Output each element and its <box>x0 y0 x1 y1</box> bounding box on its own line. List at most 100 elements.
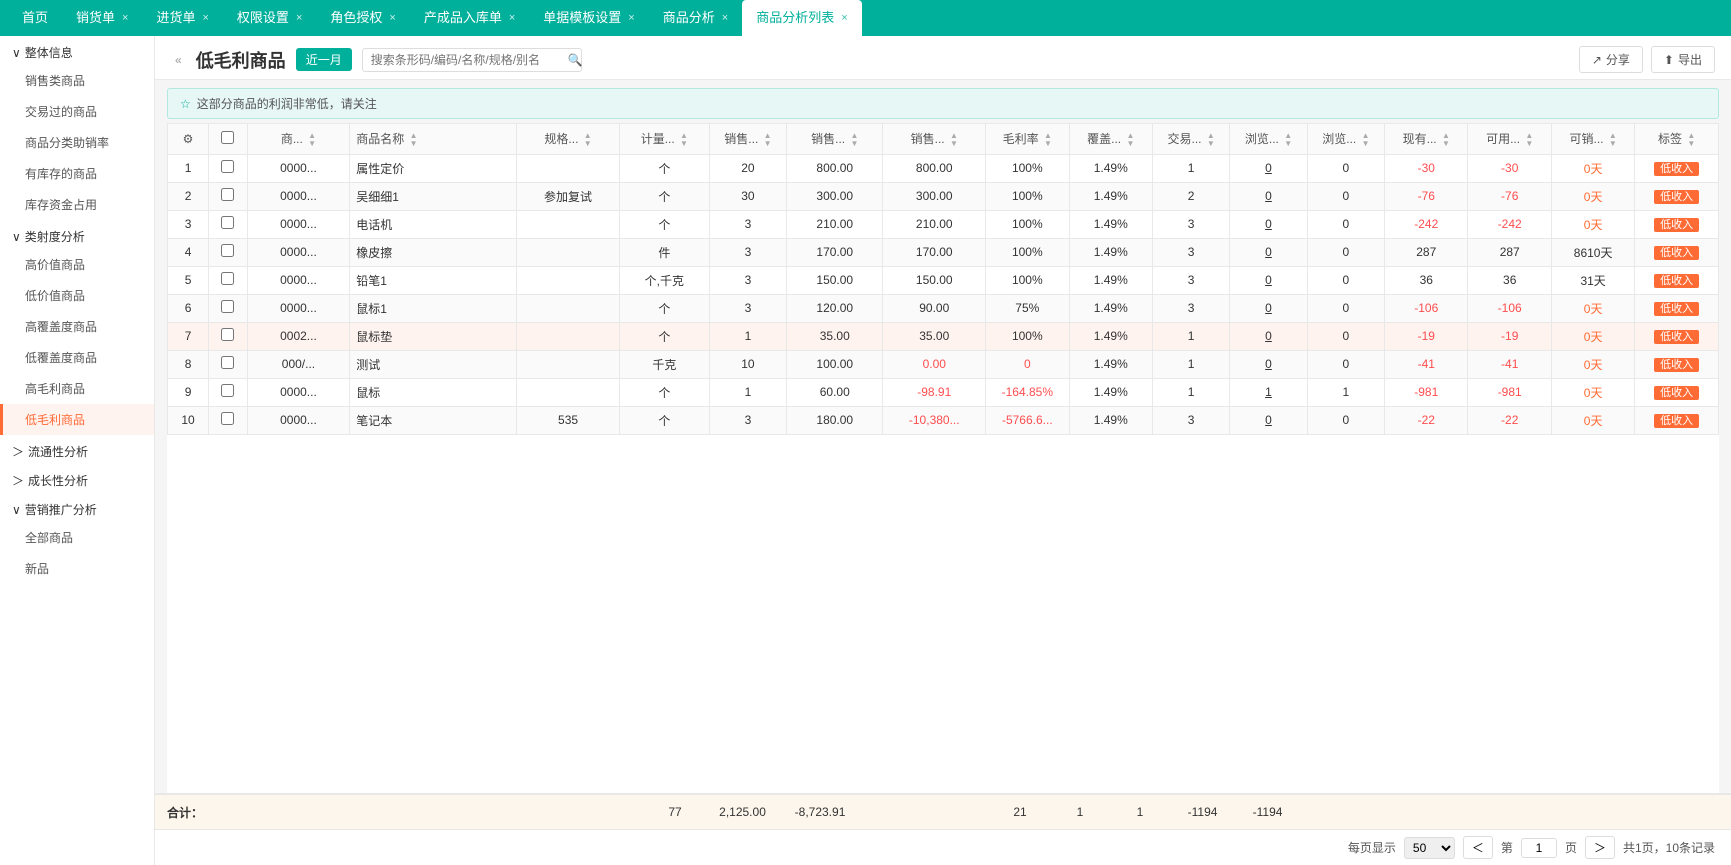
sidebar-item-sales-goods[interactable]: 销售类商品 <box>0 65 154 96</box>
col-checkbox[interactable] <box>209 124 248 155</box>
sidebar-group-title-marketing[interactable]: ∨ 营销推广分析 <box>0 493 154 522</box>
row-view1-7[interactable]: 0 <box>1230 350 1307 378</box>
row-view1-3[interactable]: 0 <box>1230 238 1307 266</box>
row-cb-9[interactable] <box>209 406 248 434</box>
sidebar-group-title-flow[interactable]: ＞ 流通性分析 <box>0 435 154 464</box>
nav-analysis-list[interactable]: 商品分析列表 × <box>742 0 861 36</box>
nav-close-purchase[interactable]: × <box>202 0 208 36</box>
filter-recent-month-btn[interactable]: 近一月 <box>296 48 352 71</box>
next-page-btn[interactable]: ＞ <box>1585 836 1615 859</box>
page-size-select[interactable]: 50 20 100 <box>1404 837 1455 859</box>
sidebar-item-low-value[interactable]: 低价值商品 <box>0 280 154 311</box>
row-checkbox-9[interactable] <box>221 412 234 425</box>
sidebar-item-capital[interactable]: 库存资金占用 <box>0 189 154 220</box>
nav-close-templates[interactable]: × <box>628 0 634 36</box>
row-cb-6[interactable] <box>209 322 248 350</box>
row-checkbox-4[interactable] <box>221 272 234 285</box>
nav-close-sales[interactable]: × <box>122 0 128 36</box>
nav-permissions[interactable]: 权限设置 × <box>223 0 316 36</box>
col-sale-price[interactable]: 销售... ▲▼ <box>787 124 883 155</box>
share-button[interactable]: ↗ 分享 <box>1579 46 1643 73</box>
col-stock1[interactable]: 现有... ▲▼ <box>1385 124 1468 155</box>
col-code[interactable]: 商... ▲▼ <box>247 124 350 155</box>
page-number-input[interactable] <box>1521 838 1557 858</box>
nav-close-analysis[interactable]: × <box>722 0 728 36</box>
col-coverage[interactable]: 覆盖... ▲▼ <box>1069 124 1152 155</box>
export-button[interactable]: ⬆ 导出 <box>1651 46 1715 73</box>
row-checkbox-6[interactable] <box>221 328 234 341</box>
row-view1-2[interactable]: 0 <box>1230 210 1307 238</box>
sidebar-item-low-margin[interactable]: 低毛利商品 <box>0 404 154 435</box>
row-view1-0[interactable]: 0 <box>1230 154 1307 182</box>
row-cb-7[interactable] <box>209 350 248 378</box>
sidebar-collapse-btn[interactable]: « <box>171 49 186 71</box>
row-view1-6[interactable]: 0 <box>1230 322 1307 350</box>
col-tag[interactable]: 标签 ▲▼ <box>1635 124 1719 155</box>
nav-home[interactable]: 首页 <box>8 0 62 36</box>
row-checkbox-3[interactable] <box>221 244 234 257</box>
col-view1[interactable]: 浏览... ▲▼ <box>1230 124 1307 155</box>
row-cb-5[interactable] <box>209 294 248 322</box>
col-view2[interactable]: 浏览... ▲▼ <box>1307 124 1384 155</box>
col-name[interactable]: 商品名称 ▲▼ <box>350 124 517 155</box>
sidebar-item-traded-goods[interactable]: 交易过的商品 <box>0 96 154 127</box>
sidebar-item-low-coverage[interactable]: 低覆盖度商品 <box>0 342 154 373</box>
row-gross-2: 100% <box>986 210 1069 238</box>
row-gross-7: 0 <box>986 350 1069 378</box>
col-stock2[interactable]: 可用... ▲▼ <box>1468 124 1551 155</box>
search-icon[interactable]: 🔍 <box>568 53 583 67</box>
nav-purchase[interactable]: 进货单 × <box>142 0 222 36</box>
col-gross-rate[interactable]: 毛利率 ▲▼ <box>986 124 1069 155</box>
nav-close-analysis-list[interactable]: × <box>841 0 847 36</box>
row-cb-1[interactable] <box>209 182 248 210</box>
prev-page-btn[interactable]: ＜ <box>1463 836 1493 859</box>
row-stock1-6: -19 <box>1385 322 1468 350</box>
row-view1-4[interactable]: 0 <box>1230 266 1307 294</box>
row-stock1-4: 36 <box>1385 266 1468 294</box>
row-checkbox-2[interactable] <box>221 216 234 229</box>
sidebar-item-new-goods[interactable]: 新品 <box>0 553 154 584</box>
nav-products[interactable]: 产成品入库单 × <box>410 0 529 36</box>
sidebar-group-title-growth[interactable]: ＞ 成长性分析 <box>0 464 154 493</box>
row-cb-0[interactable] <box>209 154 248 182</box>
row-stock3-2: 0天 <box>1551 210 1634 238</box>
row-view1-8[interactable]: 1 <box>1230 378 1307 406</box>
sidebar-item-category-rate[interactable]: 商品分类助销率 <box>0 127 154 158</box>
col-trade[interactable]: 交易... ▲▼ <box>1152 124 1229 155</box>
nav-roles[interactable]: 角色授权 × <box>316 0 409 36</box>
row-view1-5[interactable]: 0 <box>1230 294 1307 322</box>
sidebar-item-high-margin[interactable]: 高毛利商品 <box>0 373 154 404</box>
select-all-checkbox[interactable] <box>221 131 234 144</box>
row-checkbox-1[interactable] <box>221 188 234 201</box>
nav-sales[interactable]: 销货单 × <box>62 0 142 36</box>
search-input[interactable] <box>362 48 582 72</box>
row-cb-8[interactable] <box>209 378 248 406</box>
row-cb-2[interactable] <box>209 210 248 238</box>
col-sale-qty[interactable]: 销售... ▲▼ <box>709 124 786 155</box>
row-view1-1[interactable]: 0 <box>1230 182 1307 210</box>
nav-close-products[interactable]: × <box>509 0 515 36</box>
row-checkbox-8[interactable] <box>221 384 234 397</box>
row-checkbox-0[interactable] <box>221 160 234 173</box>
row-cb-3[interactable] <box>209 238 248 266</box>
sidebar-group-title-level[interactable]: ∨ 类射度分析 <box>0 220 154 249</box>
col-spec[interactable]: 规格... ▲▼ <box>517 124 620 155</box>
sidebar-group-title-overall[interactable]: ∨ 整体信息 <box>0 36 154 65</box>
row-view1-9[interactable]: 0 <box>1230 406 1307 434</box>
row-checkbox-5[interactable] <box>221 300 234 313</box>
nav-close-roles[interactable]: × <box>389 0 395 36</box>
row-name-7: 测试 <box>350 350 517 378</box>
sidebar-item-high-value[interactable]: 高价值商品 <box>0 249 154 280</box>
sidebar-item-all-goods[interactable]: 全部商品 <box>0 522 154 553</box>
col-sale-profit[interactable]: 销售... ▲▼ <box>883 124 986 155</box>
row-checkbox-7[interactable] <box>221 356 234 369</box>
sidebar-item-high-coverage[interactable]: 高覆盖度商品 <box>0 311 154 342</box>
col-unit[interactable]: 计量... ▲▼ <box>619 124 709 155</box>
col-stock3[interactable]: 可销... ▲▼ <box>1551 124 1634 155</box>
nav-analysis[interactable]: 商品分析 × <box>649 0 742 36</box>
nav-close-permissions[interactable]: × <box>296 0 302 36</box>
nav-templates[interactable]: 单据模板设置 × <box>529 0 648 36</box>
sidebar-item-in-stock[interactable]: 有库存的商品 <box>0 158 154 189</box>
col-settings[interactable]: ⚙ <box>168 124 209 155</box>
row-cb-4[interactable] <box>209 266 248 294</box>
